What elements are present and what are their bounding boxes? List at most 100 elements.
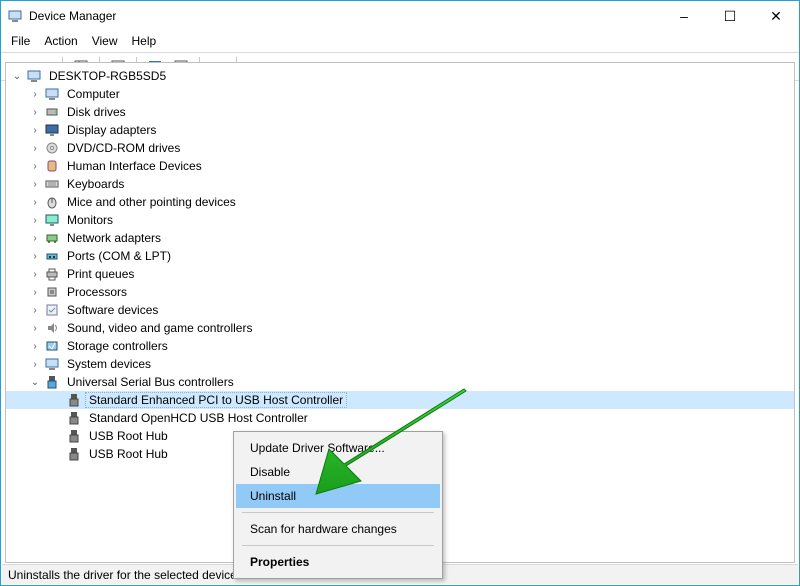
chevron-right-icon[interactable]: › — [28, 195, 42, 209]
keyboard-icon — [44, 176, 60, 192]
tree-category[interactable]: › Print queues — [6, 265, 794, 283]
tree-node-label: Processors — [64, 285, 130, 299]
chevron-right-icon[interactable]: › — [28, 231, 42, 245]
menu-view[interactable]: View — [92, 34, 118, 48]
cpu-icon — [44, 284, 60, 300]
tree-node-label: Computer — [64, 87, 123, 101]
chevron-right-icon[interactable]: › — [28, 141, 42, 155]
system-icon — [44, 356, 60, 372]
tree-category[interactable]: › Display adapters — [6, 121, 794, 139]
tree-node-label: Mice and other pointing devices — [64, 195, 239, 209]
tree-node-label: Ports (COM & LPT) — [64, 249, 174, 263]
printer-icon — [44, 266, 60, 282]
computer-icon — [44, 86, 60, 102]
chevron-right-icon[interactable]: › — [28, 213, 42, 227]
usbdev-icon — [66, 446, 82, 462]
menu-file[interactable]: File — [11, 34, 30, 48]
title-bar: Device Manager – ☐ ✕ — [1, 1, 799, 31]
sound-icon — [44, 320, 60, 336]
tree-category[interactable]: › Keyboards — [6, 175, 794, 193]
chevron-right-icon[interactable]: › — [28, 339, 42, 353]
tree-category[interactable]: › DVD/CD-ROM drives — [6, 139, 794, 157]
chevron-right-icon[interactable]: › — [28, 267, 42, 281]
tree-node-label: Storage controllers — [64, 339, 171, 353]
tree-category[interactable]: › Ports (COM & LPT) — [6, 247, 794, 265]
disk-icon — [44, 104, 60, 120]
tree-node-label: USB Root Hub — [86, 447, 171, 461]
ctx-uninstall[interactable]: Uninstall — [236, 484, 440, 508]
tree-node-label: DVD/CD-ROM drives — [64, 141, 183, 155]
chevron-right-icon[interactable]: › — [28, 303, 42, 317]
chevron-right-icon[interactable]: › — [28, 177, 42, 191]
ctx-disable[interactable]: Disable — [236, 460, 440, 484]
close-button[interactable]: ✕ — [753, 1, 799, 31]
tree-root[interactable]: ⌄ DESKTOP-RGB5SD5 — [6, 67, 794, 85]
tree-node-label: Software devices — [64, 303, 161, 317]
tree-category[interactable]: › Computer — [6, 85, 794, 103]
minimize-button[interactable]: – — [661, 1, 707, 31]
hid-icon — [44, 158, 60, 174]
tree-device[interactable]: Standard OpenHCD USB Host Controller — [6, 409, 794, 427]
tree-category[interactable]: › Disk drives — [6, 103, 794, 121]
software-icon — [44, 302, 60, 318]
port-icon — [44, 248, 60, 264]
tree-node-label: Universal Serial Bus controllers — [64, 375, 237, 389]
tree-node-label: Disk drives — [64, 105, 129, 119]
network-icon — [44, 230, 60, 246]
tree-category[interactable]: › Sound, video and game controllers — [6, 319, 794, 337]
tree-category[interactable]: ›Network adapters — [6, 229, 794, 247]
tree-category[interactable]: ›Monitors — [6, 211, 794, 229]
tree-category[interactable]: › Software devices — [6, 301, 794, 319]
chevron-right-icon[interactable]: › — [28, 105, 42, 119]
chevron-down-icon[interactable]: ⌄ — [10, 69, 24, 83]
menu-action[interactable]: Action — [44, 34, 77, 48]
ctx-scan[interactable]: Scan for hardware changes — [236, 517, 440, 541]
tree-node-label: Standard OpenHCD USB Host Controller — [86, 411, 311, 425]
menu-help[interactable]: Help — [132, 34, 157, 48]
usb-icon — [44, 374, 60, 390]
ctx-properties[interactable]: Properties — [236, 550, 440, 574]
mouse-icon — [44, 194, 60, 210]
tree-node-label: Display adapters — [64, 123, 159, 137]
tree-node-label: Keyboards — [64, 177, 127, 191]
tree-device[interactable]: Standard Enhanced PCI to USB Host Contro… — [6, 391, 794, 409]
storage-icon — [44, 338, 60, 354]
tree-category[interactable]: › Processors — [6, 283, 794, 301]
tree-node-label: Human Interface Devices — [64, 159, 205, 173]
tree-node-label: Sound, video and game controllers — [64, 321, 255, 335]
maximize-button[interactable]: ☐ — [707, 1, 753, 31]
chevron-right-icon[interactable]: › — [28, 285, 42, 299]
status-text: Uninstalls the driver for the selected d… — [8, 568, 240, 582]
tree-category[interactable]: › System devices — [6, 355, 794, 373]
chevron-right-icon[interactable]: › — [28, 357, 42, 371]
window-title: Device Manager — [29, 9, 116, 23]
chevron-right-icon[interactable]: › — [28, 249, 42, 263]
chevron-right-icon[interactable]: › — [28, 321, 42, 335]
usbdev-icon — [66, 428, 82, 444]
tree-node-label: System devices — [64, 357, 154, 371]
chevron-right-icon[interactable]: › — [28, 123, 42, 137]
context-menu: Update Driver Software... Disable Uninst… — [233, 431, 443, 579]
usbdev-icon — [66, 410, 82, 426]
tree-node-label: USB Root Hub — [86, 429, 171, 443]
context-menu-separator — [242, 512, 434, 513]
usbdev-icon — [66, 392, 82, 408]
computer-icon — [26, 68, 42, 84]
tree-node-label: Print queues — [64, 267, 137, 281]
tree-category[interactable]: › Storage controllers — [6, 337, 794, 355]
tree-category[interactable]: › Human Interface Devices — [6, 157, 794, 175]
tree-root-label: DESKTOP-RGB5SD5 — [46, 69, 169, 83]
tree-node-label: Standard Enhanced PCI to USB Host Contro… — [86, 393, 346, 407]
menu-bar: File Action View Help — [1, 31, 799, 53]
device-tree: ⌄ DESKTOP-RGB5SD5 ›Computer›Disk drives›… — [6, 67, 794, 463]
context-menu-separator — [242, 545, 434, 546]
chevron-down-icon[interactable]: ⌄ — [28, 375, 42, 389]
monitor-icon — [44, 212, 60, 228]
ctx-update-driver[interactable]: Update Driver Software... — [236, 436, 440, 460]
device-manager-icon — [7, 8, 23, 24]
tree-category[interactable]: › Mice and other pointing devices — [6, 193, 794, 211]
dvd-icon — [44, 140, 60, 156]
chevron-right-icon[interactable]: › — [28, 87, 42, 101]
chevron-right-icon[interactable]: › — [28, 159, 42, 173]
tree-category-usb[interactable]: ⌄ Universal Serial Bus controllers — [6, 373, 794, 391]
